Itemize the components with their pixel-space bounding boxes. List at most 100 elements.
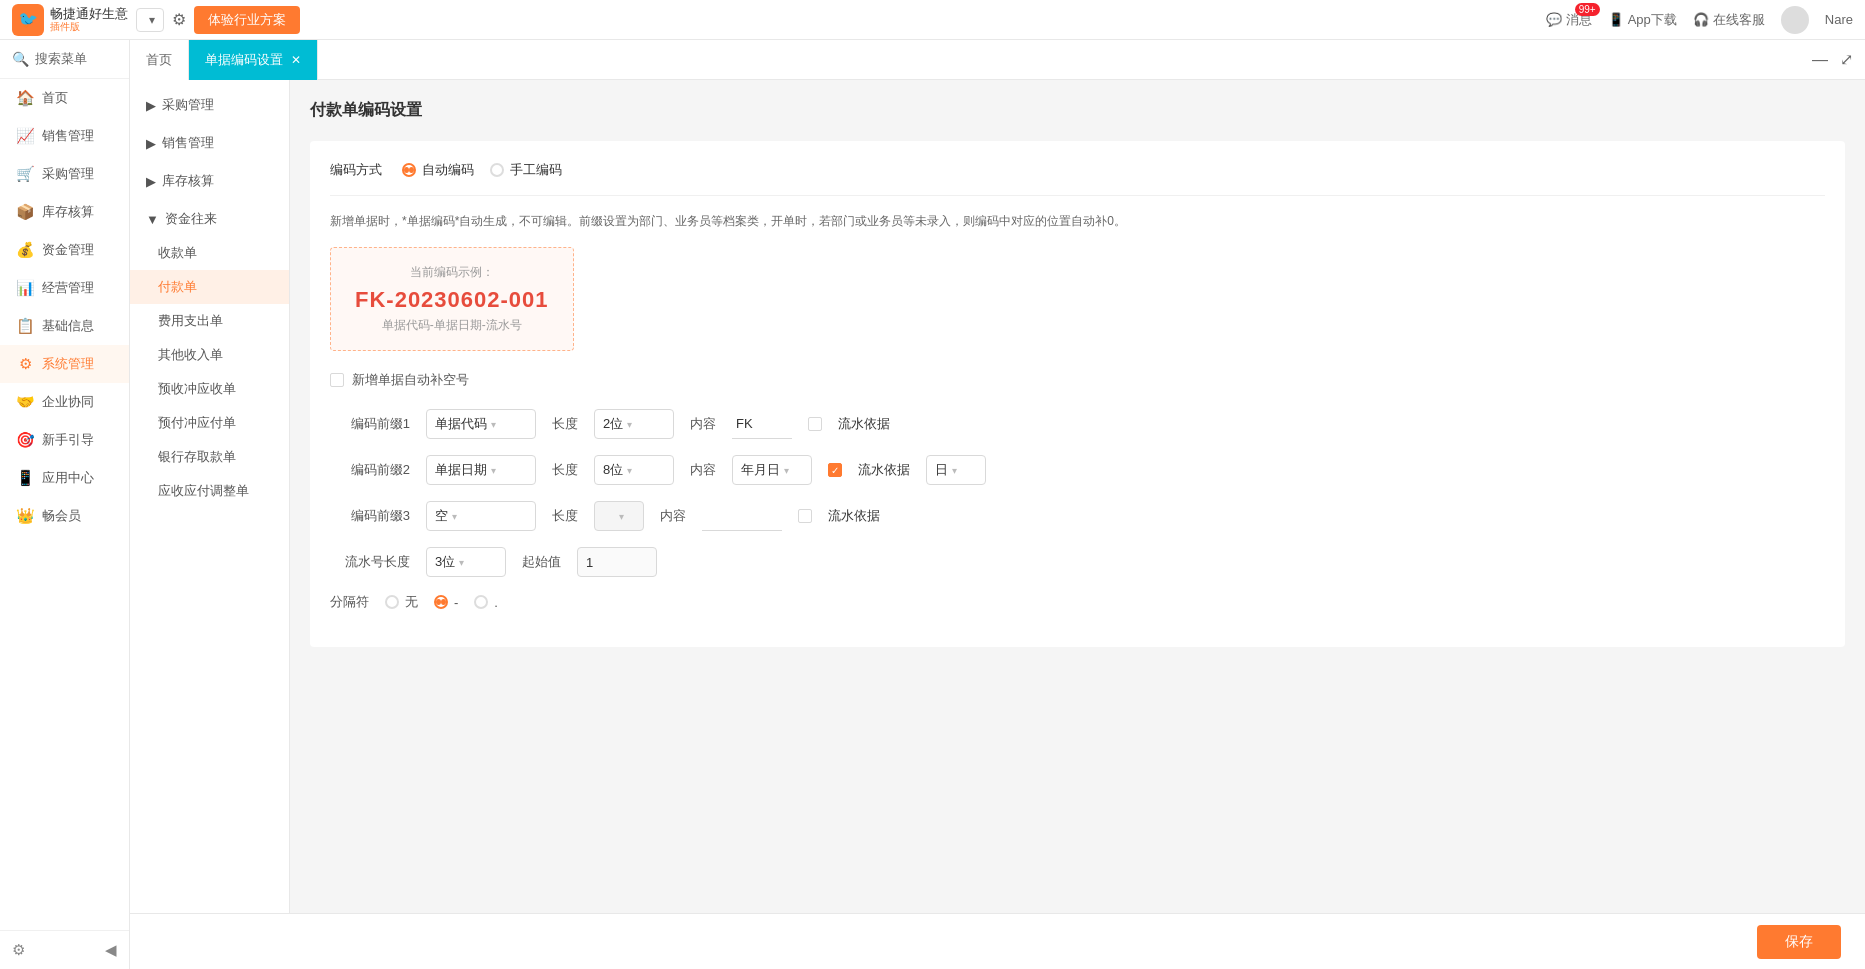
manual-code-radio-circle xyxy=(490,163,504,177)
sidebar-item-enterprise[interactable]: 🤝 企业协同 xyxy=(0,383,129,421)
app-logo: 🐦 畅捷通好生意 插件版 xyxy=(12,4,128,36)
prefix-2-content-select[interactable]: 年月日 ▾ xyxy=(732,455,812,485)
hint-text: 新增单据时，*单据编码*自动生成，不可编辑。前缀设置为部门、业务员等档案类，开单… xyxy=(330,212,1825,231)
prefix-2-length-select[interactable]: 8位 ▾ xyxy=(594,455,674,485)
auto-fill-row: 新增单据自动补空号 xyxy=(330,371,1825,389)
caret-icon5: ▾ xyxy=(784,465,789,476)
sub-nav-group-funds-title[interactable]: ▼ 资金往来 xyxy=(130,202,289,236)
user-avatar[interactable] xyxy=(1781,6,1809,34)
operations-icon: 📊 xyxy=(16,279,34,297)
prefix-2-label: 编码前缀2 xyxy=(330,461,410,479)
sidebar-item-apps[interactable]: 📱 应用中心 xyxy=(0,459,129,497)
prefix-2-serial-period-select[interactable]: 日 ▾ xyxy=(926,455,986,485)
settings-button[interactable]: ⚙ xyxy=(172,10,186,29)
code-preview-box: 当前编码示例： FK-20230602-001 单据代码-单据日期-流水号 xyxy=(330,247,574,351)
prefix-1-content: FK xyxy=(732,409,792,439)
top-bar-right: 💬 消息 99+ 📱 App下载 🎧 在线客服 Nare xyxy=(1546,6,1853,34)
separator-dot-circle xyxy=(474,595,488,609)
save-button[interactable]: 保存 xyxy=(1757,925,1841,959)
sidebar-item-finance[interactable]: 💰 资金管理 xyxy=(0,231,129,269)
manual-code-radio[interactable]: 手工编码 xyxy=(490,161,562,179)
sub-nav-item-prepay-pay[interactable]: 预付冲应付单 xyxy=(130,406,289,440)
headset-icon: 🎧 xyxy=(1693,12,1709,27)
auto-fill-checkbox[interactable] xyxy=(330,373,344,387)
sidebar-item-sales[interactable]: 📈 销售管理 xyxy=(0,117,129,155)
sidebar-bottom: ⚙ ◀ xyxy=(0,930,129,969)
main-layout: 🔍 搜索菜单 🏠 首页 📈 销售管理 🛒 采购管理 📦 库存核算 💰 xyxy=(0,0,1865,969)
auto-code-radio[interactable]: 自动编码 xyxy=(402,161,474,179)
page-title: 付款单编码设置 xyxy=(310,100,1845,121)
separator-dot-radio[interactable]: . xyxy=(474,595,498,610)
sub-nav-group-inventory-title[interactable]: ▶ 库存核算 xyxy=(130,164,289,198)
sidebar-item-base[interactable]: 📋 基础信息 xyxy=(0,307,129,345)
sub-nav-item-expense[interactable]: 费用支出单 xyxy=(130,304,289,338)
separator-dash-radio[interactable]: - xyxy=(434,595,458,610)
sidebar-item-member[interactable]: 👑 畅会员 xyxy=(0,497,129,535)
sidebar-item-purchase[interactable]: 🛒 采购管理 xyxy=(0,155,129,193)
sub-nav-group-sales-title[interactable]: ▶ 销售管理 xyxy=(130,126,289,160)
search-icon: 🔍 xyxy=(12,51,29,67)
top-bar-middle: ▾ ⚙ 体验行业方案 xyxy=(136,6,300,34)
prefix-2-serial-check[interactable]: ✓ xyxy=(828,463,842,477)
separator-none-radio[interactable]: 无 xyxy=(385,593,418,611)
sidebar-item-system[interactable]: ⚙ 系统管理 xyxy=(0,345,129,383)
sidebar-item-guide[interactable]: 🎯 新手引导 xyxy=(0,421,129,459)
sub-sidebar: ▶ 采购管理 ▶ 销售管理 ▶ 库存核算 xyxy=(130,80,290,913)
sub-nav-item-receipt[interactable]: 收款单 xyxy=(130,236,289,270)
caret-icon3: ▾ xyxy=(491,465,496,476)
prefix-1-serial-check[interactable] xyxy=(808,417,822,431)
tab-bar: 首页 单据编码设置 ✕ — ⤢ xyxy=(130,40,1865,80)
prefix-3-select[interactable]: 空 ▾ xyxy=(426,501,536,531)
logo-text: 畅捷通好生意 插件版 xyxy=(50,6,128,34)
workspace-dropdown[interactable]: ▾ xyxy=(136,8,164,32)
base-icon: 📋 xyxy=(16,317,34,335)
sub-nav-item-payment[interactable]: 付款单 xyxy=(130,270,289,304)
prefix-2-select[interactable]: 单据日期 ▾ xyxy=(426,455,536,485)
tab-maximize-button[interactable]: ⤢ xyxy=(1840,50,1853,69)
message-button[interactable]: 💬 消息 99+ xyxy=(1546,11,1592,29)
prefix-1-select[interactable]: 单据代码 ▾ xyxy=(426,409,536,439)
online-service-link[interactable]: 🎧 在线客服 xyxy=(1693,11,1765,29)
sub-nav-group-purchase-title[interactable]: ▶ 采购管理 xyxy=(130,88,289,122)
sub-nav-group-inventory: ▶ 库存核算 xyxy=(130,164,289,198)
caret-icon6: ▾ xyxy=(952,465,957,476)
sub-nav-item-other-income[interactable]: 其他收入单 xyxy=(130,338,289,372)
sidebar-item-operations[interactable]: 📊 经营管理 xyxy=(0,269,129,307)
tab-serial-setting[interactable]: 单据编码设置 ✕ xyxy=(189,40,318,80)
nav-items: 🏠 首页 📈 销售管理 🛒 采购管理 📦 库存核算 💰 资金管理 📊 经 xyxy=(0,79,129,930)
tab-minimize-button[interactable]: — xyxy=(1812,51,1828,69)
chevron-down-icon2: ▼ xyxy=(146,212,159,227)
prefix-row-2: 编码前缀2 单据日期 ▾ 长度 8位 ▾ 内容 年月日 xyxy=(330,455,1825,485)
prefix-3-length-input[interactable]: ▾ xyxy=(594,501,644,531)
start-value-input[interactable] xyxy=(577,547,657,577)
tab-close-icon[interactable]: ✕ xyxy=(291,53,301,67)
tab-bar-actions: — ⤢ xyxy=(1800,50,1865,69)
top-bar: 🐦 畅捷通好生意 插件版 ▾ ⚙ 体验行业方案 💬 消息 99+ 📱 App下载… xyxy=(0,0,1865,40)
prefix-3-serial-check[interactable] xyxy=(798,509,812,523)
sidebar-item-home[interactable]: 🏠 首页 xyxy=(0,79,129,117)
prefix-1-length-select[interactable]: 2位 ▾ xyxy=(594,409,674,439)
prefix-row-3: 编码前缀3 空 ▾ 长度 ▾ 内容 xyxy=(330,501,1825,531)
bottom-settings-button[interactable]: ⚙ xyxy=(12,941,25,959)
tab-home[interactable]: 首页 xyxy=(130,40,189,80)
chevron-right-icon3: ▶ xyxy=(146,174,156,189)
sidebar-collapse-button[interactable]: ◀ xyxy=(105,941,117,959)
separator-row: 分隔符 无 - . xyxy=(330,593,1825,611)
sales-icon: 📈 xyxy=(16,127,34,145)
app-download-link[interactable]: 📱 App下载 xyxy=(1608,11,1677,29)
sub-nav-item-bank-deposit[interactable]: 银行存取款单 xyxy=(130,440,289,474)
trial-button[interactable]: 体验行业方案 xyxy=(194,6,300,34)
search-menu-button[interactable]: 🔍 搜索菜单 xyxy=(0,40,129,79)
member-icon: 👑 xyxy=(16,507,34,525)
sidebar-item-inventory[interactable]: 📦 库存核算 xyxy=(0,193,129,231)
system-icon: ⚙ xyxy=(16,355,34,373)
sub-nav-group-purchase: ▶ 采购管理 xyxy=(130,88,289,122)
finance-icon: 💰 xyxy=(16,241,34,259)
sub-nav-item-prepay-receive[interactable]: 预收冲应收单 xyxy=(130,372,289,406)
download-icon: 📱 xyxy=(1608,12,1624,27)
separator-dash-circle xyxy=(434,595,448,609)
serial-length-select[interactable]: 3位 ▾ xyxy=(426,547,506,577)
page-container: ▶ 采购管理 ▶ 销售管理 ▶ 库存核算 xyxy=(130,80,1865,913)
sub-nav-item-ap-adjust[interactable]: 应收应付调整单 xyxy=(130,474,289,508)
top-bar-left: 🐦 畅捷通好生意 插件版 ▾ ⚙ 体验行业方案 xyxy=(12,4,300,36)
